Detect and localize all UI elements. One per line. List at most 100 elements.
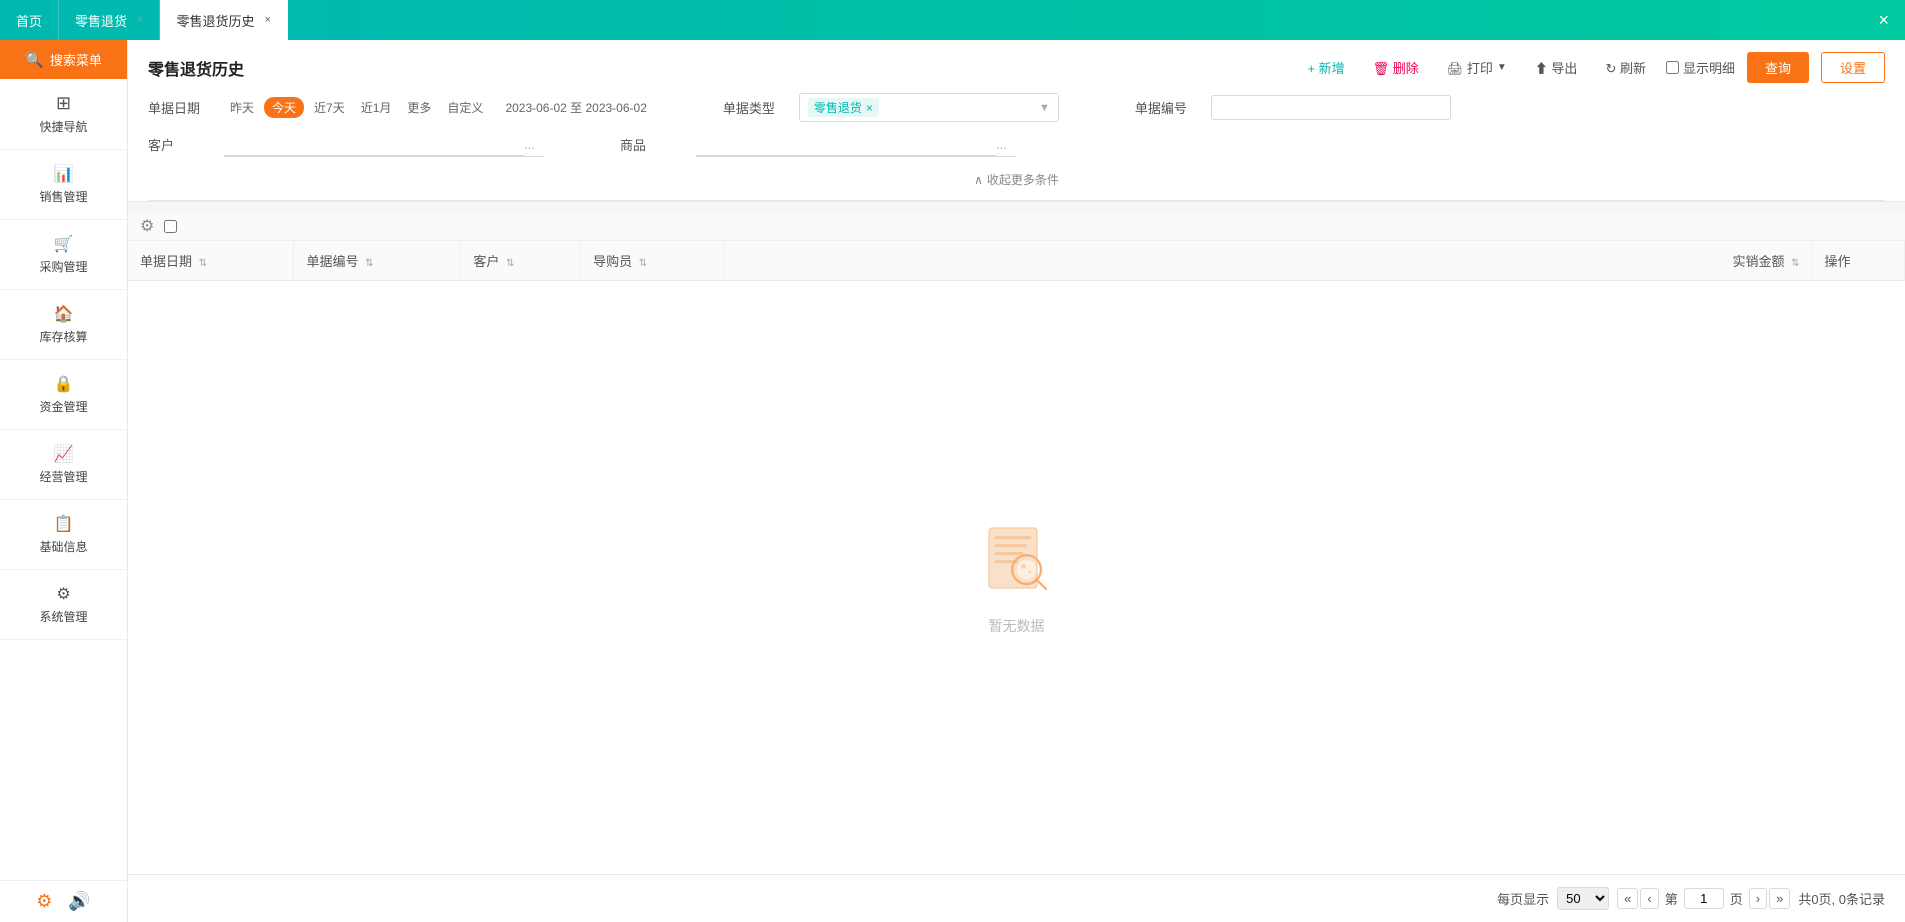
main-layout: 🔍 搜索菜单 ⊞ 快捷导航 📊 销售管理 🛒 采购管理 🏠 库存核算 🔒 资金管… (0, 40, 1905, 922)
export-button-label: ⬆ 导出 (1535, 58, 1578, 77)
new-button[interactable]: + 新增 (1299, 54, 1352, 81)
date-more[interactable]: 更多 (401, 97, 437, 118)
type-filter-label: 单据类型 (723, 98, 783, 117)
col-action: 操作 (1812, 241, 1905, 281)
type-tag: 零售退货 × (808, 98, 879, 117)
sidebar-item-inventory[interactable]: 🏠 库存核算 (0, 290, 127, 360)
collapse-icon: ∧ (974, 173, 983, 187)
delete-button-label: 🗑 删除 (1373, 58, 1419, 77)
sidebar: 🔍 搜索菜单 ⊞ 快捷导航 📊 销售管理 🛒 采购管理 🏠 库存核算 🔒 资金管… (0, 40, 128, 922)
sidebar-item-quick-nav[interactable]: ⊞ 快捷导航 (0, 79, 127, 150)
tab-retail-return-label: 零售退货 (75, 11, 127, 30)
empty-illustration (967, 520, 1067, 600)
toolbar: + 新增 🗑 删除 🖨 打印 ▼ ⬆ 导出 ↻ 刷新 (1299, 52, 1885, 83)
export-button[interactable]: ⬆ 导出 (1527, 54, 1586, 81)
collapse-label: 收起更多条件 (987, 171, 1059, 188)
sort-customer-icon[interactable]: ⇅ (506, 258, 514, 269)
type-tag-label: 零售退货 (814, 99, 862, 116)
sort-date-icon[interactable]: ⇅ (199, 258, 207, 269)
col-guide: 导购员 ⇅ (581, 241, 724, 281)
filter-area: 单据日期 昨天 今天 近7天 近1月 更多 自定义 2023-06-02 至 2… (148, 93, 1885, 201)
page-number-input[interactable]: 1 (1684, 888, 1724, 909)
search-menu-button[interactable]: 🔍 搜索菜单 (0, 40, 127, 79)
next-page-button[interactable]: › (1749, 888, 1767, 909)
tab-home-label: 首页 (16, 11, 42, 30)
col-action-label: 操作 (1824, 254, 1850, 269)
top-bar: 首页 零售退货 × 零售退货历史 × × (0, 0, 1905, 40)
empty-text: 暂无数据 (989, 616, 1045, 636)
finance-label: 资金管理 (39, 398, 87, 415)
date-today[interactable]: 今天 (264, 97, 304, 118)
purchase-label: 采购管理 (39, 258, 87, 275)
purchase-icon: 🛒 (54, 234, 74, 254)
tab-retail-return[interactable]: 零售退货 × (59, 0, 160, 40)
customer-input[interactable] (224, 132, 524, 156)
col-guide-label: 导购员 (593, 254, 632, 269)
voucher-no-input[interactable] (1211, 95, 1451, 120)
settings-icon[interactable]: ⚙ (36, 891, 52, 912)
pagination: 每页显示 20 50 100 « ‹ 第 1 页 › » 共0页, 0条记录 (128, 874, 1905, 922)
sort-guide-icon[interactable]: ⇅ (639, 258, 647, 269)
col-no-label: 单据编号 (306, 254, 358, 269)
sort-no-icon[interactable]: ⇅ (365, 258, 373, 269)
ops-icon: 📈 (54, 444, 74, 464)
col-no: 单据编号 ⇅ (294, 241, 461, 281)
basic-label: 基础信息 (39, 538, 87, 555)
tab-bar: 首页 零售退货 × 零售退货历史 × (0, 0, 1862, 40)
sort-amount-icon[interactable]: ⇅ (1791, 258, 1799, 269)
filter-row-1: 单据日期 昨天 今天 近7天 近1月 更多 自定义 2023-06-02 至 2… (148, 93, 1885, 122)
date-filter-label: 单据日期 (148, 98, 208, 117)
goods-dots-icon[interactable]: ... (996, 137, 1007, 152)
date-7days[interactable]: 近7天 (308, 97, 351, 118)
refresh-button[interactable]: ↻ 刷新 (1597, 54, 1654, 81)
close-retail-return-tab[interactable]: × (137, 14, 143, 26)
last-page-button[interactable]: » (1769, 888, 1790, 909)
search-menu-label: 搜索菜单 (50, 50, 102, 69)
print-button[interactable]: 🖨 打印 ▼ (1439, 54, 1515, 81)
sidebar-item-ops[interactable]: 📈 经营管理 (0, 430, 127, 500)
sidebar-item-finance[interactable]: 🔒 资金管理 (0, 360, 127, 430)
settings-button[interactable]: 设置 (1821, 52, 1885, 83)
first-page-button[interactable]: « (1617, 888, 1638, 909)
page-label: 第 (1661, 889, 1682, 908)
content-area: 零售退货历史 + 新增 🗑 删除 🖨 打印 ▼ ⬆ 导出 (128, 40, 1905, 922)
delete-button[interactable]: 🗑 删除 (1365, 54, 1427, 81)
display-detail-checkbox[interactable] (1666, 61, 1679, 74)
prev-page-button[interactable]: ‹ (1640, 888, 1658, 909)
tab-retail-return-history[interactable]: 零售退货历史 × (160, 0, 287, 40)
collapse-filter-button[interactable]: ∧ 收起更多条件 (148, 167, 1885, 192)
query-button[interactable]: 查询 (1747, 52, 1809, 83)
refresh-button-label: ↻ 刷新 (1605, 58, 1646, 77)
sound-icon[interactable]: 🔊 (68, 891, 90, 912)
sidebar-item-purchase[interactable]: 🛒 采购管理 (0, 220, 127, 290)
window-close-button[interactable]: × (1862, 10, 1905, 31)
sidebar-item-sys[interactable]: ⚙ 系统管理 (0, 570, 127, 640)
search-icon: 🔍 (25, 51, 44, 69)
date-1month[interactable]: 近1月 (355, 97, 398, 118)
date-range-display: 2023-06-02 至 2023-06-02 (505, 99, 646, 116)
type-tag-remove[interactable]: × (866, 101, 873, 115)
type-filter-select[interactable]: 零售退货 × ▼ (799, 93, 1059, 122)
table-settings-icon[interactable]: ⚙ (140, 216, 154, 236)
tab-home[interactable]: 首页 (0, 0, 59, 40)
date-filter-buttons: 昨天 今天 近7天 近1月 更多 自定义 (224, 97, 489, 118)
data-table: 单据日期 ⇅ 单据编号 ⇅ 客户 ⇅ 导购员 ⇅ (128, 241, 1905, 281)
sys-label: 系统管理 (39, 608, 87, 625)
basic-icon: 📋 (54, 514, 74, 534)
sidebar-item-sales[interactable]: 📊 销售管理 (0, 150, 127, 220)
select-all-checkbox[interactable] (164, 220, 177, 233)
total-records: 共0页, 0条记录 (1798, 889, 1885, 908)
page-header: 零售退货历史 + 新增 🗑 删除 🖨 打印 ▼ ⬆ 导出 (128, 40, 1905, 202)
sidebar-item-basic[interactable]: 📋 基础信息 (0, 500, 127, 570)
filter-row-2: 客户 ... 商品 ... (148, 132, 1885, 157)
date-yesterday[interactable]: 昨天 (224, 97, 260, 118)
table-empty-state: 暂无数据 (128, 281, 1905, 874)
page-size-select[interactable]: 20 50 100 (1557, 887, 1609, 910)
display-detail-checkbox-wrapper[interactable]: 显示明细 (1666, 58, 1735, 77)
close-retail-return-history-tab[interactable]: × (264, 14, 270, 26)
customer-dots-icon[interactable]: ... (524, 137, 535, 152)
goods-input[interactable] (696, 132, 996, 156)
page-title-row: 零售退货历史 + 新增 🗑 删除 🖨 打印 ▼ ⬆ 导出 (148, 52, 1885, 83)
ops-label: 经营管理 (39, 468, 87, 485)
date-custom[interactable]: 自定义 (441, 97, 489, 118)
